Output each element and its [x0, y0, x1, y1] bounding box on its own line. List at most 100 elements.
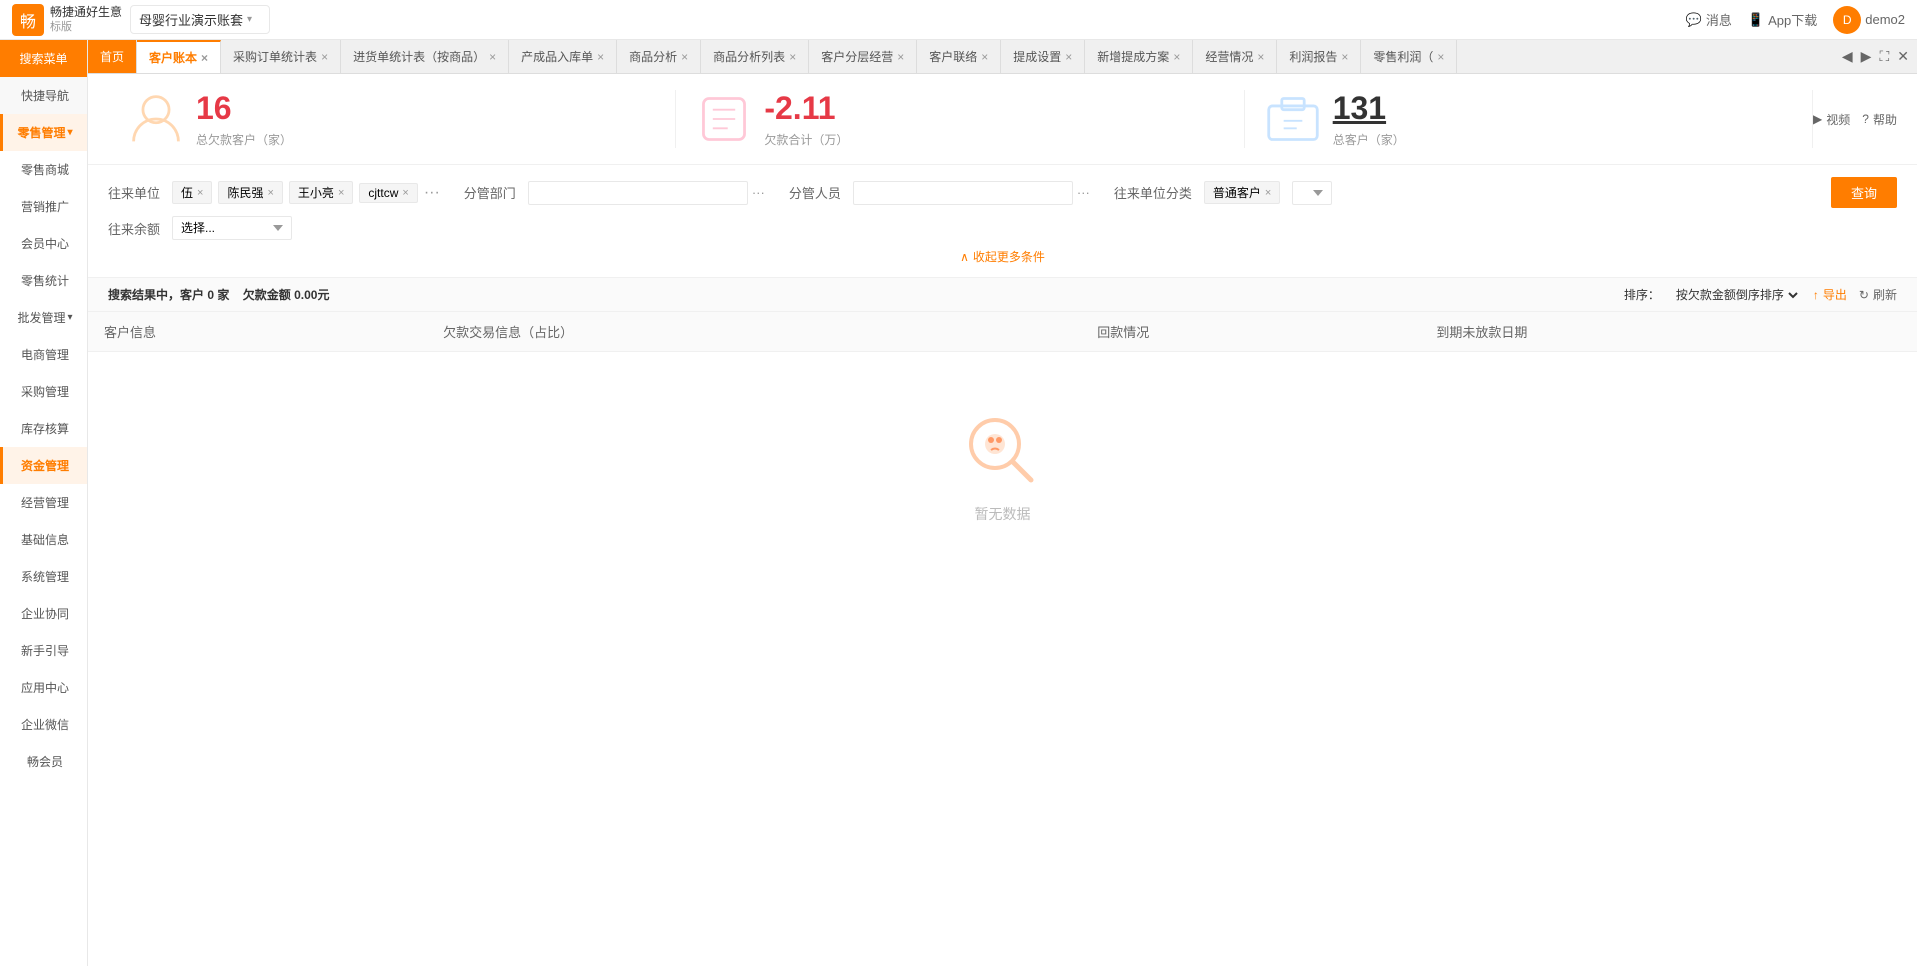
close-icon[interactable]: ×: [321, 50, 328, 64]
dept-filter-input[interactable]: [528, 181, 748, 205]
empty-text: 暂无数据: [975, 504, 1031, 524]
stat-help: ▶ 视频 ? 帮助: [1813, 111, 1897, 128]
close-icon[interactable]: ×: [981, 50, 988, 64]
stat-info-receivable: -2.11 欠款合计（万）: [764, 90, 848, 148]
close-icon[interactable]: ×: [489, 50, 496, 64]
sidebar-item-new-guide[interactable]: 新手引导: [0, 632, 87, 669]
tab-close-all-icon[interactable]: ✕: [1895, 46, 1911, 67]
logo-icon: 畅: [12, 4, 44, 36]
empty-state: 暂无数据: [88, 352, 1917, 584]
sidebar-item-vip-member[interactable]: 畅会员: [0, 743, 87, 780]
tab-customer-contact[interactable]: 客户联络 ×: [917, 40, 1001, 73]
sidebar-item-wholesale-mgmt[interactable]: 批发管理 ▾: [0, 299, 87, 336]
tab-next-icon[interactable]: ▶: [1859, 46, 1874, 67]
stat-total-debt-customers: 16 总欠款客户（家）: [108, 90, 676, 148]
download-icon: 📱: [1748, 12, 1764, 28]
close-icon[interactable]: ×: [597, 50, 604, 64]
tab-profit-report[interactable]: 利润报告 ×: [1277, 40, 1361, 73]
sidebar-item-retail-stats[interactable]: 零售统计: [0, 262, 87, 299]
sidebar-item-retail-mgmt[interactable]: 零售管理 ▾: [0, 114, 87, 151]
close-icon[interactable]: ×: [1065, 50, 1072, 64]
filter-tag-wu: 伍 ×: [172, 181, 212, 204]
close-icon[interactable]: ×: [201, 51, 208, 65]
tab-customer-book[interactable]: 客户账本 ×: [137, 40, 221, 73]
tab-bar: 首页 客户账本 × 采购订单统计表 × 进货单统计表（按商品） × 产成品入库单…: [88, 40, 1917, 74]
close-icon[interactable]: ×: [1173, 50, 1180, 64]
sidebar-item-system-mgmt[interactable]: 系统管理: [0, 558, 87, 595]
stat-total-customers: 131 总客户（家）: [1245, 90, 1813, 148]
refresh-button[interactable]: ↻ 刷新: [1859, 286, 1897, 303]
tab-prev-icon[interactable]: ◀: [1840, 46, 1855, 67]
remove-tag-wang[interactable]: ×: [338, 187, 344, 199]
content-area: 首页 客户账本 × 采购订单统计表 × 进货单统计表（按商品） × 产成品入库单…: [88, 40, 1917, 966]
tab-product-analysis-list[interactable]: 商品分析列表 ×: [701, 40, 809, 73]
collapse-filters-button[interactable]: ∧ 收起更多条件: [960, 248, 1045, 265]
person-filter-input[interactable]: [853, 181, 1073, 205]
export-button[interactable]: ↑ 导出: [1813, 286, 1847, 303]
sidebar-item-ecommerce-mgmt[interactable]: 电商管理: [0, 336, 87, 373]
filter-area: 往来单位 伍 × 陈民强 × 王小亮 ×: [88, 165, 1917, 278]
sidebar-item-retail-mall[interactable]: 零售商城: [0, 151, 87, 188]
query-button[interactable]: 查询: [1831, 177, 1897, 208]
sort-select[interactable]: 按欠款金额倒序排序: [1672, 287, 1801, 303]
sidebar-item-inventory[interactable]: 库存核算: [0, 410, 87, 447]
sidebar-item-basic-info[interactable]: 基础信息: [0, 521, 87, 558]
tab-business-status[interactable]: 经营情况 ×: [1193, 40, 1277, 73]
unit-class-filter-select[interactable]: [1292, 181, 1332, 205]
person-filter-wrap: ···: [853, 181, 1090, 205]
close-icon[interactable]: ×: [681, 50, 688, 64]
sidebar-item-member-center[interactable]: 会员中心: [0, 225, 87, 262]
sidebar-item-enterprise-wechat[interactable]: 企业微信: [0, 706, 87, 743]
stat-label-receivable: 欠款合计（万）: [764, 131, 848, 148]
filter-row-2: 往来余额 选择...: [108, 216, 1897, 240]
filter-more-tags[interactable]: ···: [424, 184, 440, 202]
help-button[interactable]: ? 帮助: [1862, 111, 1897, 128]
stat-icon-customers: [128, 91, 184, 147]
balance-filter-select[interactable]: 选择...: [172, 216, 292, 240]
close-icon[interactable]: ×: [1341, 50, 1348, 64]
remove-tag-cjttcw[interactable]: ×: [402, 187, 408, 199]
dept-filter-dots[interactable]: ···: [752, 185, 765, 200]
sidebar-item-marketing[interactable]: 营销推广: [0, 188, 87, 225]
refresh-icon: ↻: [1859, 288, 1869, 302]
top-bar: 畅 畅捷通好生意 标版 母婴行业演示账套 ▾ 💬 消息 📱 App下载 D de…: [0, 0, 1917, 40]
stat-label-total-debt-customers: 总欠款客户（家）: [196, 131, 292, 148]
table-header-row: 客户信息 欠款交易信息（占比） 回款情况 到期未放款日期: [88, 312, 1917, 352]
sidebar-item-operation-mgmt[interactable]: 经营管理: [0, 484, 87, 521]
sidebar-item-app-center[interactable]: 应用中心: [0, 669, 87, 706]
close-icon[interactable]: ×: [789, 50, 796, 64]
tab-purchase-order-summary[interactable]: 采购订单统计表 ×: [221, 40, 341, 73]
remove-tag-common-customer[interactable]: ×: [1265, 187, 1271, 199]
result-actions: 排序： 按欠款金额倒序排序 ↑ 导出 ↻ 刷新: [1624, 286, 1897, 303]
close-icon[interactable]: ×: [1437, 50, 1444, 64]
tab-home[interactable]: 首页: [88, 40, 137, 73]
tab-retail-profit[interactable]: 零售利润（ ×: [1361, 40, 1457, 73]
app-download-button[interactable]: 📱 App下载: [1748, 10, 1817, 29]
sidebar-item-capital-mgmt[interactable]: 资金管理: [0, 447, 87, 484]
remove-tag-chen[interactable]: ×: [267, 187, 273, 199]
tab-product-analysis[interactable]: 商品分析 ×: [617, 40, 701, 73]
close-icon[interactable]: ×: [1257, 50, 1264, 64]
sidebar-item-enterprise-coop[interactable]: 企业协同: [0, 595, 87, 632]
remove-tag-wu[interactable]: ×: [197, 187, 203, 199]
tab-purchase-stats[interactable]: 进货单统计表（按商品） ×: [341, 40, 509, 73]
video-help-button[interactable]: ▶ 视频: [1813, 111, 1850, 128]
close-icon[interactable]: ×: [897, 50, 904, 64]
video-icon: ▶: [1813, 112, 1822, 126]
tab-promotion-settings[interactable]: 提成设置 ×: [1001, 40, 1085, 73]
balance-filter-label: 往来余额: [108, 219, 160, 238]
dept-filter-wrap: ···: [528, 181, 765, 205]
sidebar-search-menu[interactable]: 搜索菜单: [0, 40, 87, 77]
message-button[interactable]: 💬 消息: [1686, 10, 1732, 29]
sidebar-item-purchase-mgmt[interactable]: 采购管理: [0, 373, 87, 410]
result-info: 搜索结果中，客户 0 家 欠款金额 0.00元: [108, 286, 329, 303]
user-profile[interactable]: D demo2: [1833, 6, 1905, 34]
sidebar-item-quick-nav[interactable]: 快捷导航: [0, 77, 87, 114]
tab-production-inbound[interactable]: 产成品入库单 ×: [509, 40, 617, 73]
tab-new-promo-plan[interactable]: 新增提成方案 ×: [1085, 40, 1193, 73]
stat-value-total-customers: 131: [1333, 90, 1405, 127]
store-selector[interactable]: 母婴行业演示账套 ▾: [130, 5, 270, 34]
person-filter-dots[interactable]: ···: [1077, 185, 1090, 200]
tab-expand-icon[interactable]: ⛶: [1877, 46, 1891, 67]
tab-customer-segment[interactable]: 客户分层经营 ×: [809, 40, 917, 73]
